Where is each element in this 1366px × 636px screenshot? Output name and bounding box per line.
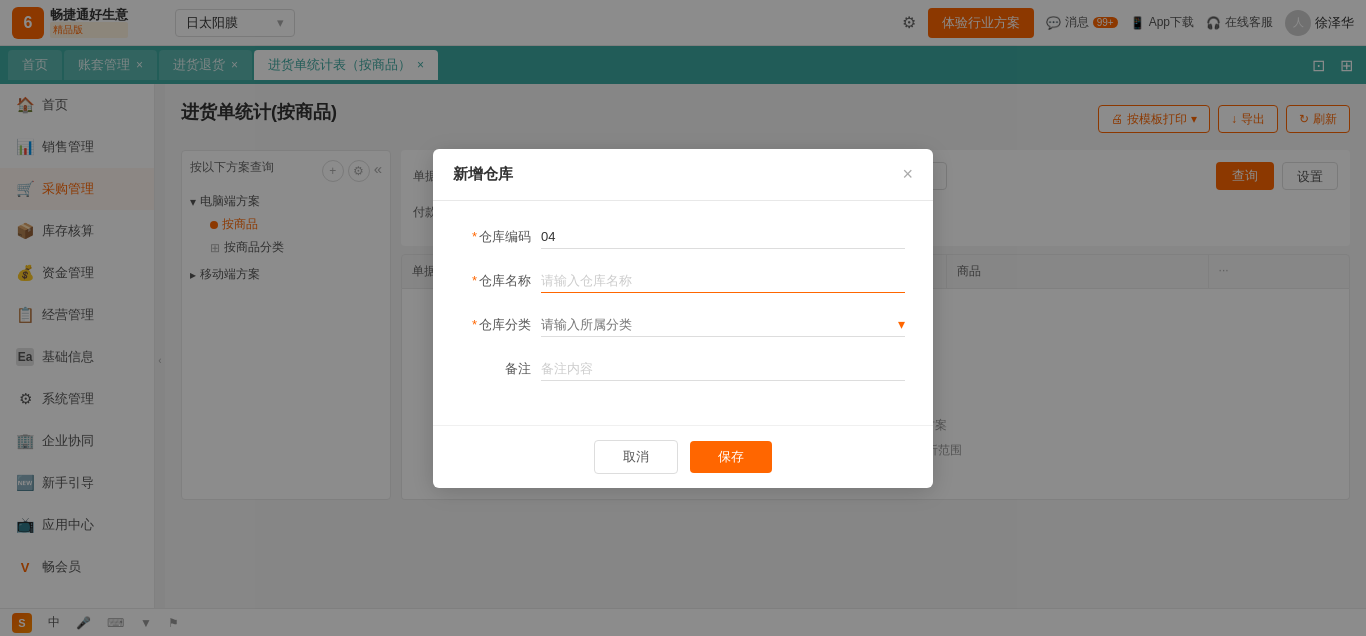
required-star-name: * [472,273,477,288]
form-row-category: *仓库分类 ▾ [461,313,905,337]
form-row-code: *仓库编码 [461,225,905,249]
modal-body: *仓库编码 *仓库名称 *仓库分类 ▾ [433,201,933,425]
form-remark-label: 备注 [461,360,541,378]
modal-footer: 取消 保存 [433,425,933,488]
modal-overlay: 新增仓库 × *仓库编码 *仓库名称 *仓库分类 [0,0,1366,636]
form-name-label: *仓库名称 [461,272,541,290]
modal-header: 新增仓库 × [433,149,933,201]
new-warehouse-modal: 新增仓库 × *仓库编码 *仓库名称 *仓库分类 [433,149,933,488]
warehouse-name-input[interactable] [541,269,905,293]
warehouse-remark-input[interactable] [541,357,905,381]
form-code-label: *仓库编码 [461,228,541,246]
warehouse-category-input[interactable] [541,313,898,336]
cancel-button[interactable]: 取消 [594,440,678,474]
modal-title: 新增仓库 [453,165,513,184]
warehouse-category-select-wrap: ▾ [541,313,905,337]
required-star-category: * [472,317,477,332]
form-category-label: *仓库分类 [461,316,541,334]
warehouse-code-input[interactable] [541,225,905,249]
required-star-code: * [472,229,477,244]
category-dropdown-icon[interactable]: ▾ [898,316,905,332]
form-row-name: *仓库名称 [461,269,905,293]
save-button[interactable]: 保存 [690,441,772,473]
form-row-remark: 备注 [461,357,905,381]
modal-close-icon[interactable]: × [902,165,913,183]
